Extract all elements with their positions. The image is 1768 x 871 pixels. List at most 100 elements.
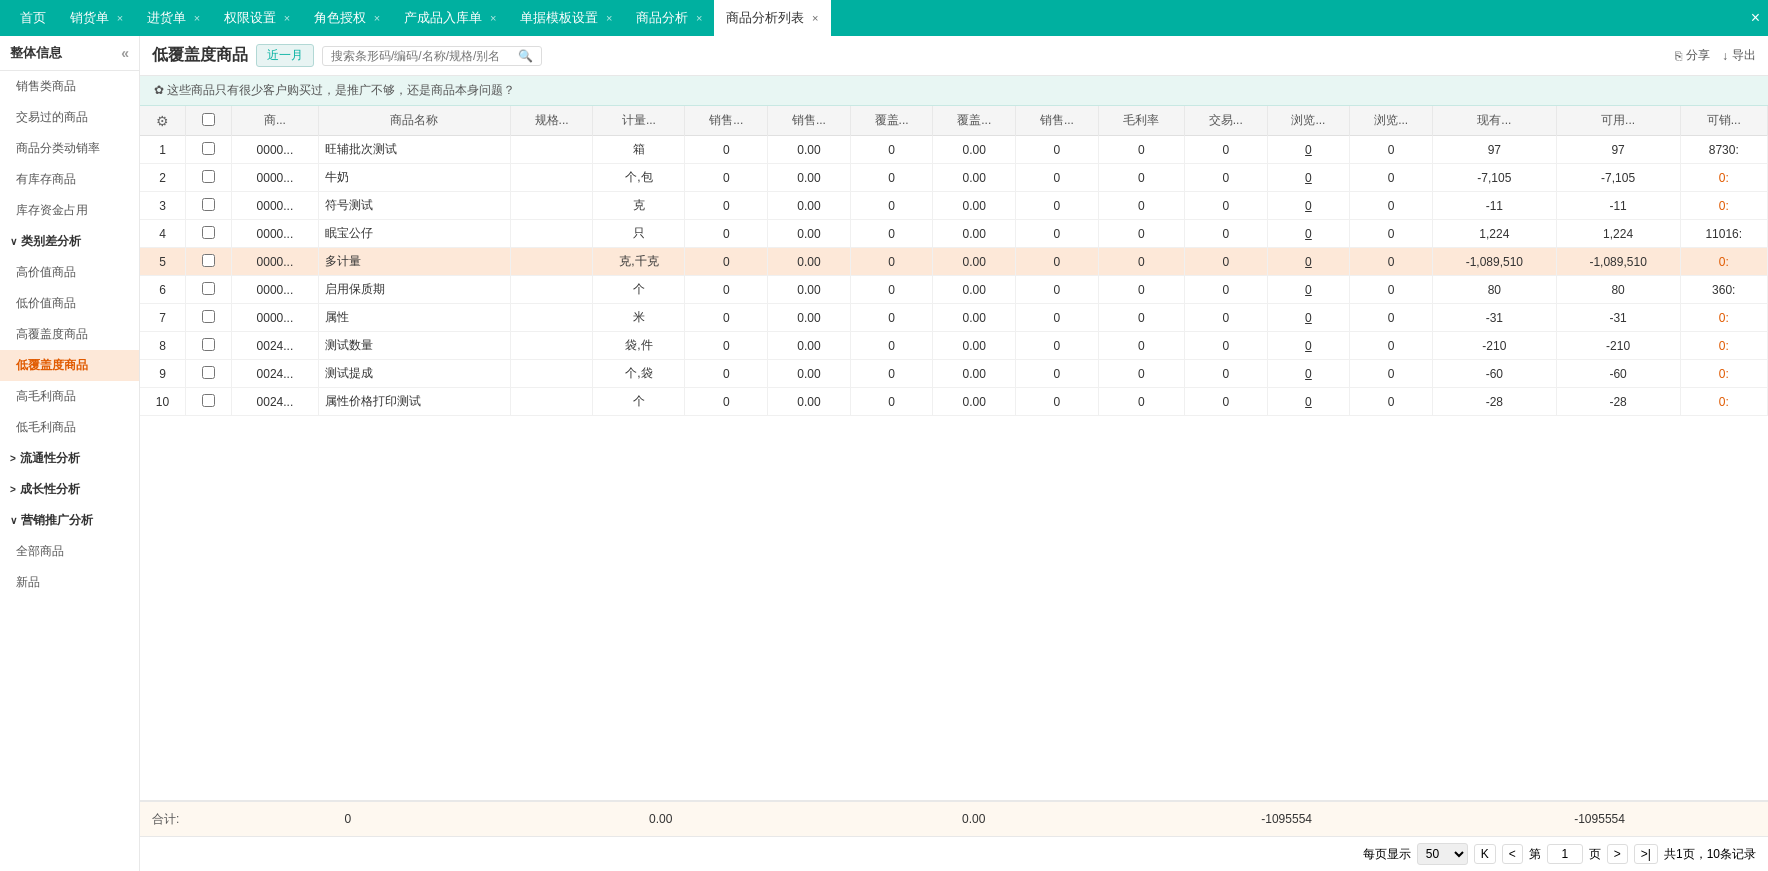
nav-tab-analysis-list[interactable]: 商品分析列表 × bbox=[714, 0, 830, 36]
sidebar-group-marketing[interactable]: ∨营销推广分析 bbox=[0, 505, 139, 536]
sidebar-item-stock-products[interactable]: 有库存商品 bbox=[0, 164, 139, 195]
row-checkbox[interactable] bbox=[185, 276, 231, 304]
search-icon[interactable]: 🔍 bbox=[518, 49, 533, 63]
row-spec bbox=[510, 164, 593, 192]
row-name: 启用保质期 bbox=[319, 276, 511, 304]
sidebar-item-low-coverage[interactable]: 低覆盖度商品 bbox=[0, 350, 139, 381]
browse-link[interactable]: 0 bbox=[1305, 171, 1312, 185]
sidebar-item-new-products[interactable]: 新品 bbox=[0, 567, 139, 598]
row-code: 0024... bbox=[231, 360, 318, 388]
row-checkbox[interactable] bbox=[185, 304, 231, 332]
sidebar-item-all-products[interactable]: 全部商品 bbox=[0, 536, 139, 567]
row-checkbox[interactable] bbox=[185, 248, 231, 276]
row-browse1[interactable]: 0 bbox=[1267, 136, 1350, 164]
close-templates-icon[interactable]: × bbox=[606, 12, 612, 24]
nav-tab-roles[interactable]: 角色授权 × bbox=[302, 0, 392, 36]
col-code: 商... bbox=[231, 106, 318, 136]
nav-tab-home[interactable]: 首页 bbox=[8, 0, 58, 36]
row-select-checkbox[interactable] bbox=[202, 226, 215, 239]
browse-link[interactable]: 0 bbox=[1305, 283, 1312, 297]
page-size-select[interactable]: 20 50 100 bbox=[1417, 843, 1468, 865]
row-checkbox[interactable] bbox=[185, 360, 231, 388]
row-select-checkbox[interactable] bbox=[202, 254, 215, 267]
row-browse1[interactable]: 0 bbox=[1267, 304, 1350, 332]
close-analysis-icon[interactable]: × bbox=[696, 12, 702, 24]
sidebar-item-traded-products[interactable]: 交易过的商品 bbox=[0, 102, 139, 133]
row-browse1[interactable]: 0 bbox=[1267, 248, 1350, 276]
row-select-checkbox[interactable] bbox=[202, 170, 215, 183]
browse-link[interactable]: 0 bbox=[1305, 311, 1312, 325]
close-products-icon[interactable]: × bbox=[490, 12, 496, 24]
search-input[interactable] bbox=[331, 49, 518, 63]
browse-link[interactable]: 0 bbox=[1305, 339, 1312, 353]
sidebar-item-sales-products[interactable]: 销售类商品 bbox=[0, 71, 139, 102]
sidebar-group-category[interactable]: ∨类别差分析 bbox=[0, 226, 139, 257]
row-browse1[interactable]: 0 bbox=[1267, 276, 1350, 304]
browse-link[interactable]: 0 bbox=[1305, 227, 1312, 241]
close-purchase-icon[interactable]: × bbox=[194, 12, 200, 24]
row-select-checkbox[interactable] bbox=[202, 310, 215, 323]
sidebar-item-low-profit[interactable]: 低毛利商品 bbox=[0, 412, 139, 443]
search-box[interactable]: 🔍 bbox=[322, 46, 542, 66]
sidebar-item-high-profit[interactable]: 高毛利商品 bbox=[0, 381, 139, 412]
page-number-input[interactable] bbox=[1547, 844, 1583, 864]
browse-link[interactable]: 0 bbox=[1305, 255, 1312, 269]
browse-link[interactable]: 0 bbox=[1305, 143, 1312, 157]
row-browse1[interactable]: 0 bbox=[1267, 388, 1350, 416]
row-checkbox[interactable] bbox=[185, 192, 231, 220]
row-browse1[interactable]: 0 bbox=[1267, 360, 1350, 388]
row-checkbox[interactable] bbox=[185, 332, 231, 360]
sidebar-collapse-button[interactable]: « bbox=[121, 45, 129, 61]
sidebar-item-stock-capital[interactable]: 库存资金占用 bbox=[0, 195, 139, 226]
row-checkbox[interactable] bbox=[185, 388, 231, 416]
row-select-checkbox[interactable] bbox=[202, 142, 215, 155]
close-permissions-icon[interactable]: × bbox=[284, 12, 290, 24]
filter-period-button[interactable]: 近一月 bbox=[256, 44, 314, 67]
select-all-checkbox[interactable] bbox=[202, 113, 215, 126]
prev-page-button[interactable]: < bbox=[1502, 844, 1523, 864]
nav-tab-templates[interactable]: 单据模板设置 × bbox=[508, 0, 624, 36]
share-button[interactable]: ⎘ 分享 bbox=[1675, 47, 1710, 64]
sidebar-group-liquidity[interactable]: >流通性分析 bbox=[0, 443, 139, 474]
row-select-checkbox[interactable] bbox=[202, 282, 215, 295]
row-select-checkbox[interactable] bbox=[202, 338, 215, 351]
row-current: -31 bbox=[1432, 304, 1556, 332]
last-page-button[interactable]: >| bbox=[1634, 844, 1658, 864]
sidebar-item-low-value[interactable]: 低价值商品 bbox=[0, 288, 139, 319]
nav-tab-products[interactable]: 产成品入库单 × bbox=[392, 0, 508, 36]
sidebar-item-high-value[interactable]: 高价值商品 bbox=[0, 257, 139, 288]
close-sales-icon[interactable]: × bbox=[117, 12, 123, 24]
row-select-checkbox[interactable] bbox=[202, 366, 215, 379]
row-browse1[interactable]: 0 bbox=[1267, 192, 1350, 220]
col-settings[interactable]: ⚙ bbox=[140, 106, 185, 136]
nav-tab-permissions[interactable]: 权限设置 × bbox=[212, 0, 302, 36]
sidebar-item-category-rate[interactable]: 商品分类动销率 bbox=[0, 133, 139, 164]
nav-tab-analysis[interactable]: 商品分析 × bbox=[624, 0, 714, 36]
sidebar-group-growth[interactable]: >成长性分析 bbox=[0, 474, 139, 505]
sidebar-item-high-coverage[interactable]: 高覆盖度商品 bbox=[0, 319, 139, 350]
row-checkbox[interactable] bbox=[185, 136, 231, 164]
browse-link[interactable]: 0 bbox=[1305, 395, 1312, 409]
row-code: 0000... bbox=[231, 248, 318, 276]
settings-icon[interactable]: ⚙ bbox=[156, 113, 169, 129]
export-button[interactable]: ↓ 导出 bbox=[1722, 47, 1756, 64]
row-select-checkbox[interactable] bbox=[202, 394, 215, 407]
browse-link[interactable]: 0 bbox=[1305, 199, 1312, 213]
close-roles-icon[interactable]: × bbox=[374, 12, 380, 24]
nav-tab-purchase[interactable]: 进货单 × bbox=[135, 0, 212, 36]
close-analysis-list-icon[interactable]: × bbox=[812, 12, 818, 24]
window-close-button[interactable]: × bbox=[1751, 9, 1760, 27]
nav-tab-sales[interactable]: 销货单 × bbox=[58, 0, 135, 36]
row-browse1[interactable]: 0 bbox=[1267, 164, 1350, 192]
row-browse1[interactable]: 0 bbox=[1267, 220, 1350, 248]
row-checkbox[interactable] bbox=[185, 164, 231, 192]
marketing-group-arrow: ∨ bbox=[10, 515, 17, 526]
row-select-checkbox[interactable] bbox=[202, 198, 215, 211]
row-sales-qty: 0 bbox=[685, 360, 768, 388]
first-page-button[interactable]: K bbox=[1474, 844, 1496, 864]
next-page-button[interactable]: > bbox=[1607, 844, 1628, 864]
row-unit: 克,千克 bbox=[593, 248, 685, 276]
row-checkbox[interactable] bbox=[185, 220, 231, 248]
row-browse1[interactable]: 0 bbox=[1267, 332, 1350, 360]
browse-link[interactable]: 0 bbox=[1305, 367, 1312, 381]
